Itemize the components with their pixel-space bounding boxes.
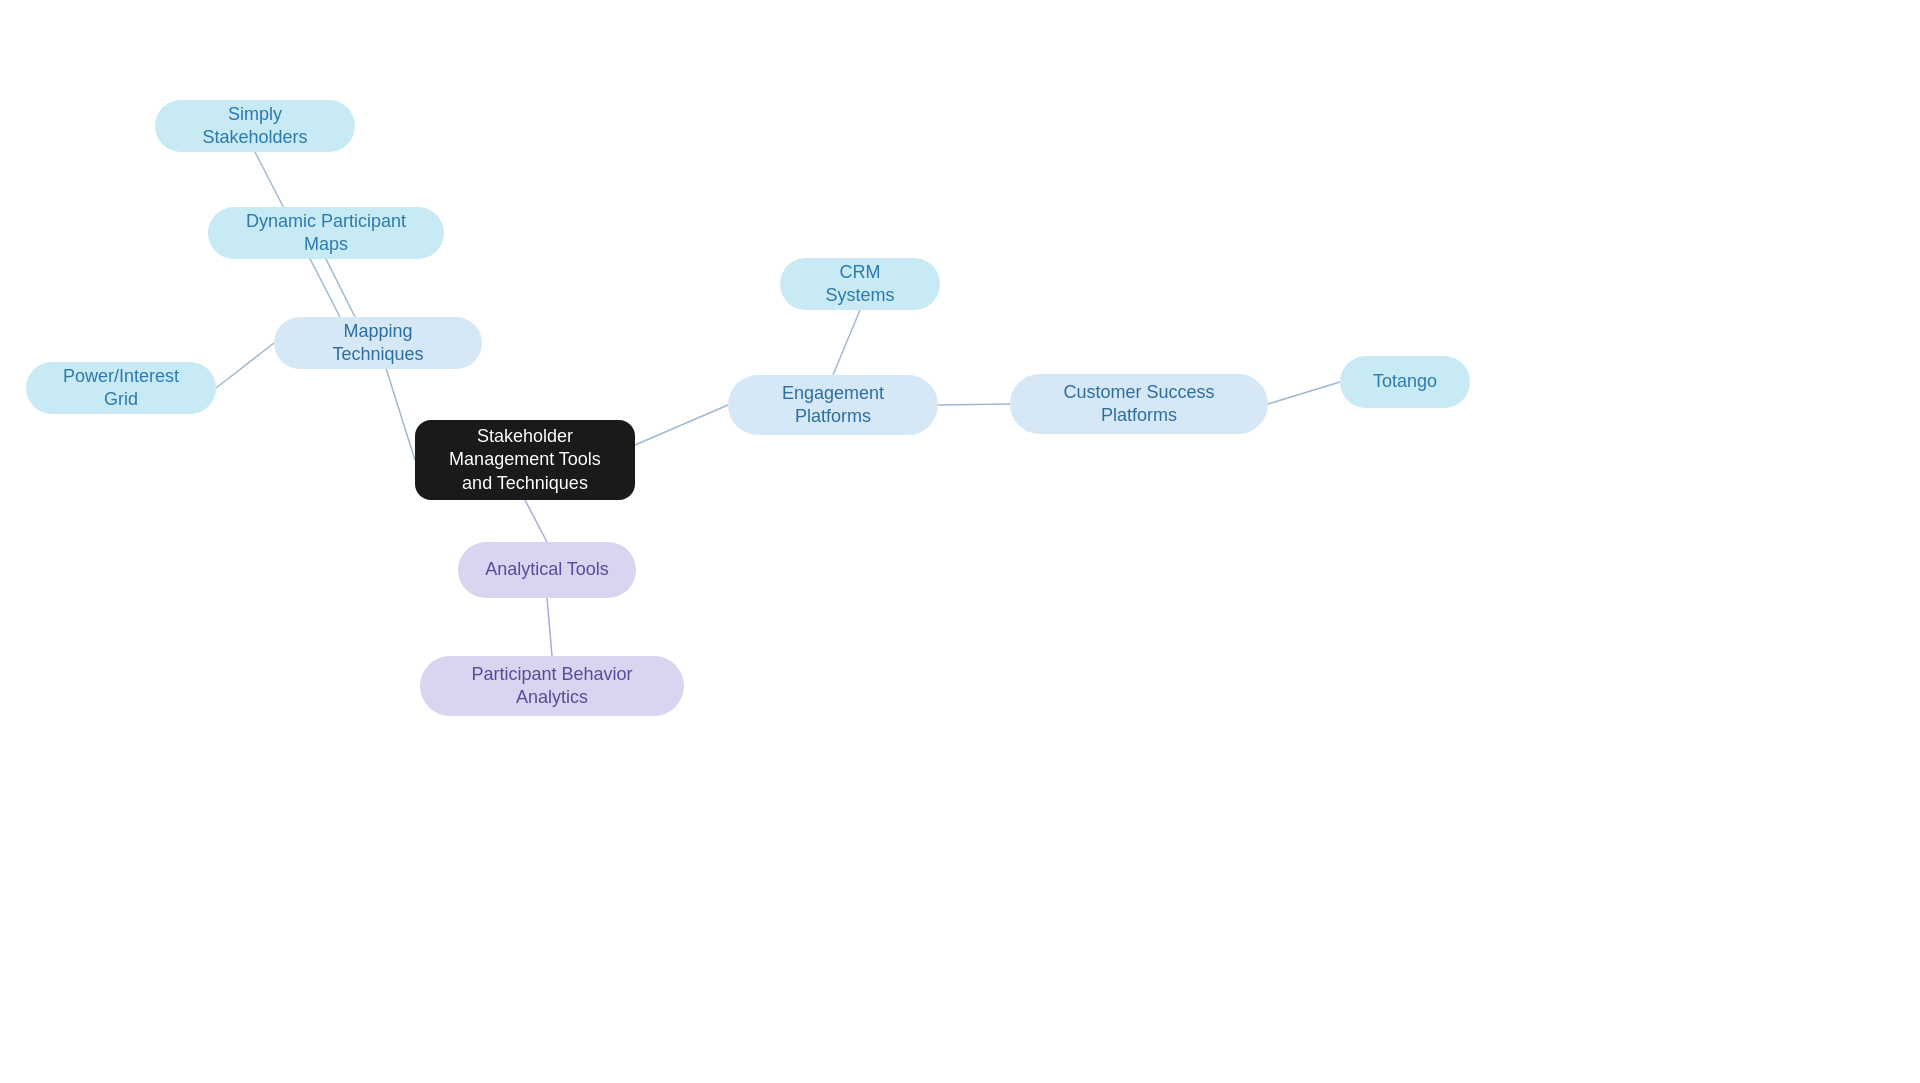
svg-line-3: [216, 343, 274, 388]
svg-line-9: [547, 598, 552, 656]
svg-line-8: [525, 500, 547, 542]
svg-line-5: [833, 310, 860, 375]
participant-behavior-analytics-node[interactable]: Participant Behavior Analytics: [420, 656, 684, 716]
simply-stakeholders-node[interactable]: Simply Stakeholders: [155, 100, 355, 152]
svg-line-7: [1268, 382, 1340, 404]
crm-systems-node[interactable]: CRM Systems: [780, 258, 940, 310]
analytical-tools-node[interactable]: Analytical Tools: [458, 542, 636, 598]
connections-svg: [0, 0, 1920, 1083]
mindmap-container: Stakeholder Management Tools and Techniq…: [0, 0, 1920, 1083]
engagement-platforms-node[interactable]: Engagement Platforms: [728, 375, 938, 435]
totango-node[interactable]: Totango: [1340, 356, 1470, 408]
mapping-techniques-node[interactable]: Mapping Techniques: [274, 317, 482, 369]
center-node[interactable]: Stakeholder Management Tools and Techniq…: [415, 420, 635, 500]
svg-line-4: [635, 405, 728, 445]
svg-line-2: [326, 259, 355, 317]
power-interest-grid-node[interactable]: Power/Interest Grid: [26, 362, 216, 414]
dynamic-participant-maps-node[interactable]: Dynamic Participant Maps: [208, 207, 444, 259]
customer-success-platforms-node[interactable]: Customer Success Platforms: [1010, 374, 1268, 434]
svg-line-6: [938, 404, 1010, 405]
